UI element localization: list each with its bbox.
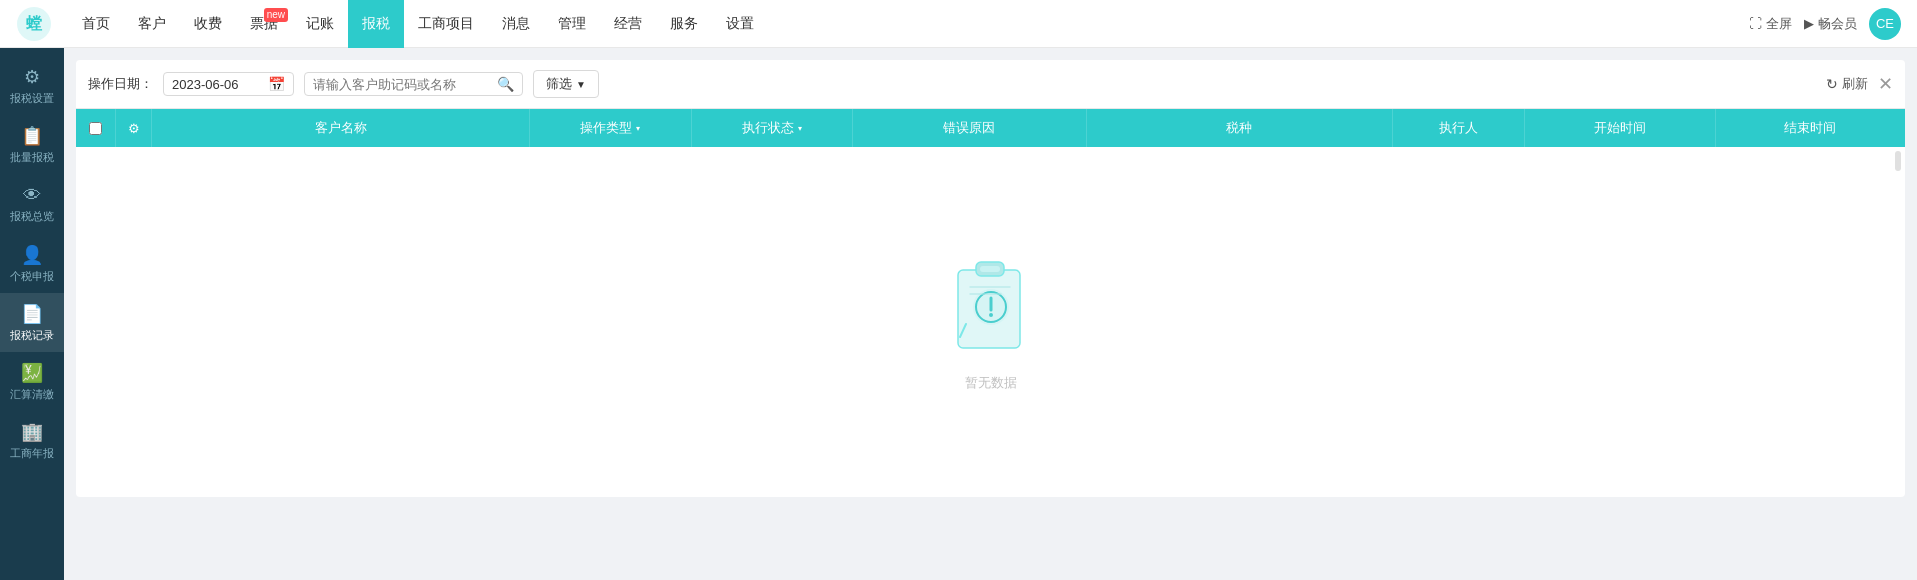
svg-point-8: [989, 313, 993, 317]
refresh-icon: ↻: [1826, 76, 1838, 92]
sidebar-item-label: 报税总览: [10, 210, 54, 223]
sidebar-item-settlement[interactable]: 💹 汇算清缴: [0, 352, 64, 411]
sidebar-item-label: 工商年报: [10, 447, 54, 460]
th-optype-label: 操作类型: [580, 119, 632, 137]
search-input[interactable]: [313, 77, 493, 92]
taxsettings-icon: ⚙: [21, 66, 43, 88]
fullscreen-icon: ⛶: [1749, 16, 1762, 31]
right-actions: ↻ 刷新 ✕: [1826, 75, 1893, 93]
nav-item-operation[interactable]: 经营: [600, 0, 656, 48]
member-label: 畅会员: [1818, 15, 1857, 33]
sidebar-item-batchtax[interactable]: 📋 批量报税: [0, 115, 64, 174]
filter-button[interactable]: 筛选 ▼: [533, 70, 599, 98]
nav-item-bookkeeping[interactable]: 记账: [292, 0, 348, 48]
th-taxtype: 税种: [1087, 109, 1393, 147]
avatar[interactable]: CE: [1869, 8, 1901, 40]
settlement-icon: 💹: [21, 362, 43, 384]
search-icon: 🔍: [497, 76, 514, 92]
th-settings[interactable]: ⚙: [116, 109, 152, 147]
nav-item-home[interactable]: 首页: [68, 0, 124, 48]
scroll-indicator: [1895, 151, 1901, 171]
play-icon: ▶: [1804, 16, 1814, 31]
nav-item-bizproject[interactable]: 工商项目: [404, 0, 488, 48]
th-starttime-label: 开始时间: [1594, 119, 1646, 137]
main-layout: ⚙ 报税设置 📋 批量报税 👁 报税总览 👤 个税申报 📄 报税记录 💹 汇算清缴 🏢 工商年报 操作日期…: [0, 48, 1917, 580]
nav-right: ⛶ 全屏 ▶ 畅会员 CE: [1749, 8, 1901, 40]
svg-text:螳: 螳: [26, 15, 43, 32]
close-button[interactable]: ✕: [1878, 75, 1893, 93]
date-label: 操作日期：: [88, 75, 153, 93]
nav-item-taxreport[interactable]: 报税: [348, 0, 404, 48]
sidebar: ⚙ 报税设置 📋 批量报税 👁 报税总览 👤 个税申报 📄 报税记录 💹 汇算清缴 🏢 工商年报: [0, 48, 64, 580]
th-endtime: 结束时间: [1716, 109, 1905, 147]
th-customer: 客户名称: [152, 109, 530, 147]
sidebar-item-label: 批量报税: [10, 151, 54, 164]
calendar-icon: 📅: [268, 76, 285, 92]
sidebar-item-taxsettings[interactable]: ⚙ 报税设置: [0, 56, 64, 115]
refresh-button[interactable]: ↻ 刷新: [1826, 75, 1868, 93]
empty-state: 暂无数据: [946, 252, 1036, 392]
top-nav: 螳 首页客户收费票据new记账报税工商项目消息管理经营服务设置 ⛶ 全屏 ▶ 畅…: [0, 0, 1917, 48]
empty-text: 暂无数据: [965, 374, 1017, 392]
chevron-down-icon: ▼: [576, 79, 586, 90]
table-wrap: ⚙ 客户名称 操作类型 ▾ 执行状态 ▾ 错误原因 税种: [76, 109, 1905, 497]
sidebar-item-label: 报税记录: [10, 329, 54, 342]
settings-icon: ⚙: [128, 121, 140, 136]
th-status: 执行状态 ▾: [692, 109, 853, 147]
fullscreen-btn[interactable]: ⛶ 全屏: [1749, 15, 1792, 33]
refresh-label: 刷新: [1842, 75, 1868, 93]
table-header: ⚙ 客户名称 操作类型 ▾ 执行状态 ▾ 错误原因 税种: [76, 109, 1905, 147]
taxrecord-icon: 📄: [21, 303, 43, 325]
nav-item-invoice[interactable]: 票据new: [236, 0, 292, 48]
th-errorreason-label: 错误原因: [943, 119, 995, 137]
nav-items: 首页客户收费票据new记账报税工商项目消息管理经营服务设置: [68, 0, 1749, 48]
member-btn[interactable]: ▶ 畅会员: [1804, 15, 1857, 33]
batchtax-icon: 📋: [21, 125, 43, 147]
nav-item-billing[interactable]: 收费: [180, 0, 236, 48]
annualreport-icon: 🏢: [21, 421, 43, 443]
th-starttime: 开始时间: [1525, 109, 1715, 147]
sidebar-item-label: 汇算清缴: [10, 388, 54, 401]
th-status-label: 执行状态: [742, 119, 794, 137]
th-errorreason: 错误原因: [853, 109, 1087, 147]
table-body: 暂无数据: [76, 147, 1905, 497]
nav-item-service[interactable]: 服务: [656, 0, 712, 48]
th-executor-label: 执行人: [1439, 119, 1478, 137]
th-customer-label: 客户名称: [315, 119, 367, 137]
sort-icon: ▾: [636, 124, 640, 133]
nav-item-settings[interactable]: 设置: [712, 0, 768, 48]
th-taxtype-label: 税种: [1226, 119, 1252, 137]
th-executor: 执行人: [1393, 109, 1526, 147]
date-picker[interactable]: 📅: [163, 72, 294, 96]
sidebar-item-label: 个税申报: [10, 270, 54, 283]
svg-rect-4: [980, 266, 1000, 272]
toolbar: 操作日期： 📅 🔍 筛选 ▼ ↻ 刷新 ✕: [76, 60, 1905, 109]
sidebar-item-annualreport[interactable]: 🏢 工商年报: [0, 411, 64, 470]
search-box[interactable]: 🔍: [304, 72, 523, 96]
app-logo[interactable]: 螳: [16, 6, 52, 42]
th-endtime-label: 结束时间: [1784, 119, 1836, 137]
th-checkbox[interactable]: [76, 109, 116, 147]
filter-label: 筛选: [546, 75, 572, 93]
fullscreen-label: 全屏: [1766, 15, 1792, 33]
content-area: 操作日期： 📅 🔍 筛选 ▼ ↻ 刷新 ✕: [64, 48, 1917, 580]
taxoverview-icon: 👁: [21, 184, 43, 206]
badge-new: new: [264, 8, 288, 22]
date-input[interactable]: [172, 77, 262, 92]
select-all-checkbox[interactable]: [89, 122, 102, 135]
nav-item-message[interactable]: 消息: [488, 0, 544, 48]
nav-item-management[interactable]: 管理: [544, 0, 600, 48]
sidebar-item-personaltax[interactable]: 👤 个税申报: [0, 234, 64, 293]
sidebar-item-label: 报税设置: [10, 92, 54, 105]
sidebar-item-taxrecord[interactable]: 📄 报税记录: [0, 293, 64, 352]
empty-illustration-svg: [946, 252, 1036, 362]
nav-item-customer[interactable]: 客户: [124, 0, 180, 48]
personaltax-icon: 👤: [21, 244, 43, 266]
th-optype: 操作类型 ▾: [530, 109, 691, 147]
sort-icon-2: ▾: [798, 124, 802, 133]
sidebar-item-taxoverview[interactable]: 👁 报税总览: [0, 174, 64, 233]
